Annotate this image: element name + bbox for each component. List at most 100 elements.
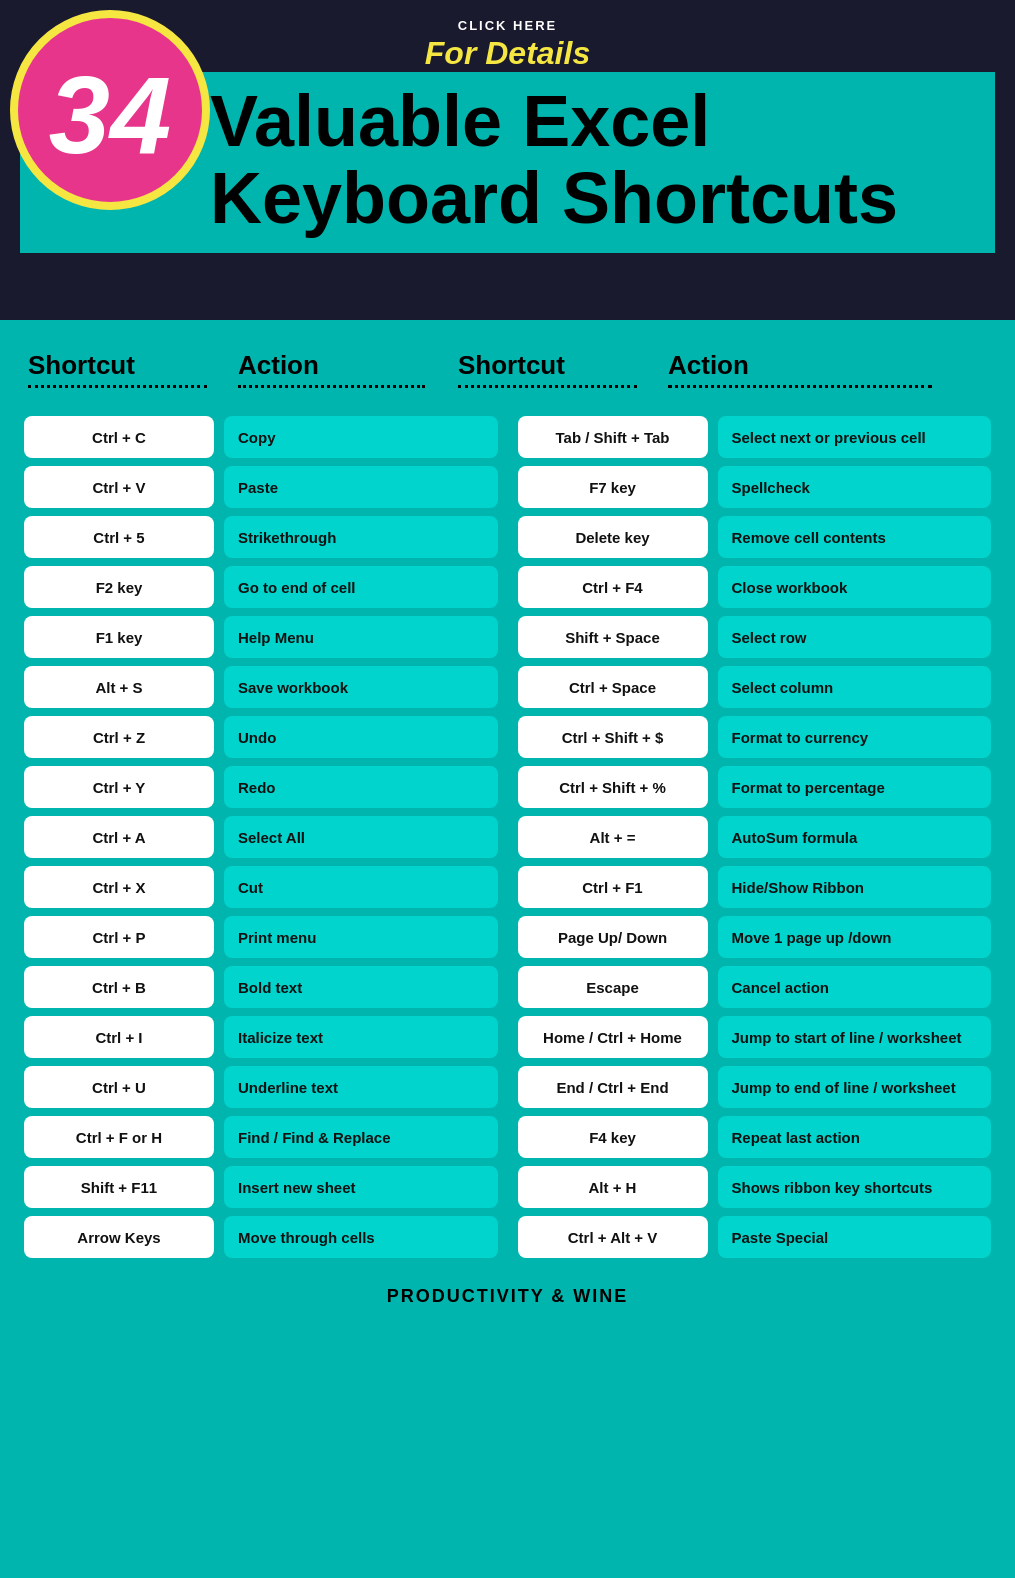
- shortcut-action: Hide/Show Ribbon: [718, 866, 992, 908]
- shortcut-key: F1 key: [24, 616, 214, 658]
- shortcut-action: Select column: [718, 666, 992, 708]
- shortcut-action: Undo: [224, 716, 498, 758]
- table-row: F1 key Help Menu: [24, 616, 498, 658]
- shortcut-action: Bold text: [224, 966, 498, 1008]
- table-row: Ctrl + Alt + V Paste Special: [518, 1216, 992, 1258]
- table-row: Ctrl + Z Undo: [24, 716, 498, 758]
- table-row: F4 key Repeat last action: [518, 1116, 992, 1158]
- table-row: Ctrl + Shift + $ Format to currency: [518, 716, 992, 758]
- table-row: Ctrl + F or H Find / Find & Replace: [24, 1116, 498, 1158]
- col-header-shortcut-2: Shortcut: [458, 350, 668, 400]
- shortcut-action: Print menu: [224, 916, 498, 958]
- table-row: Ctrl + C Copy: [24, 416, 498, 458]
- right-shortcuts-column: Tab / Shift + Tab Select next or previou…: [518, 416, 992, 1266]
- table-row: Ctrl + A Select All: [24, 816, 498, 858]
- table-row: Alt + = AutoSum formula: [518, 816, 992, 858]
- shortcut-action: Redo: [224, 766, 498, 808]
- shortcut-action: Close workbook: [718, 566, 992, 608]
- shortcut-action: Repeat last action: [718, 1116, 992, 1158]
- footer-brand: PRODUCTIVITY & WINE: [24, 1286, 991, 1327]
- shortcut-key: Shift + F11: [24, 1166, 214, 1208]
- shortcut-action: Find / Find & Replace: [224, 1116, 498, 1158]
- shortcut-action: Remove cell contents: [718, 516, 992, 558]
- divider-1: [28, 385, 207, 388]
- header-title-line2: Keyboard Shortcuts: [210, 161, 975, 237]
- shortcut-key: Ctrl + P: [24, 916, 214, 958]
- shortcut-action: Select row: [718, 616, 992, 658]
- table-row: Ctrl + Y Redo: [24, 766, 498, 808]
- left-shortcuts-column: Ctrl + C Copy Ctrl + V Paste Ctrl + 5 St…: [24, 416, 498, 1266]
- table-row: Shift + F11 Insert new sheet: [24, 1166, 498, 1208]
- shortcut-key: Ctrl + I: [24, 1016, 214, 1058]
- shortcut-key: Ctrl + U: [24, 1066, 214, 1108]
- table-row: Escape Cancel action: [518, 966, 992, 1008]
- shortcut-action: Save workbook: [224, 666, 498, 708]
- divider-3: [458, 385, 637, 388]
- shortcut-key: Arrow Keys: [24, 1216, 214, 1258]
- divider-4: [668, 385, 932, 388]
- column-headers: Shortcut Action Shortcut Action: [24, 350, 991, 400]
- shortcut-action: Copy: [224, 416, 498, 458]
- table-row: Ctrl + Space Select column: [518, 666, 992, 708]
- table-row: Arrow Keys Move through cells: [24, 1216, 498, 1258]
- shortcut-action: Paste: [224, 466, 498, 508]
- shortcut-action: Format to currency: [718, 716, 992, 758]
- shortcut-action: Go to end of cell: [224, 566, 498, 608]
- shortcut-key: End / Ctrl + End: [518, 1066, 708, 1108]
- col-header-action-1: Action: [238, 350, 458, 400]
- shortcut-key: Ctrl + C: [24, 416, 214, 458]
- table-row: Ctrl + U Underline text: [24, 1066, 498, 1108]
- shortcut-action: Help Menu: [224, 616, 498, 658]
- shortcuts-grid: Ctrl + C Copy Ctrl + V Paste Ctrl + 5 St…: [24, 416, 991, 1266]
- number-badge: 34: [10, 10, 210, 210]
- shortcut-key: Ctrl + 5: [24, 516, 214, 558]
- table-row: Ctrl + 5 Strikethrough: [24, 516, 498, 558]
- table-row: Delete key Remove cell contents: [518, 516, 992, 558]
- shortcut-key: F2 key: [24, 566, 214, 608]
- table-row: Alt + H Shows ribbon key shortcuts: [518, 1166, 992, 1208]
- shortcut-key: Shift + Space: [518, 616, 708, 658]
- table-row: Ctrl + F4 Close workbook: [518, 566, 992, 608]
- table-row: Ctrl + I Italicize text: [24, 1016, 498, 1058]
- shortcut-key: Alt + H: [518, 1166, 708, 1208]
- shortcut-key: Ctrl + Shift + $: [518, 716, 708, 758]
- shortcut-key: Ctrl + F4: [518, 566, 708, 608]
- shortcut-action: Format to percentage: [718, 766, 992, 808]
- divider-2: [238, 385, 425, 388]
- header-title-line1: Valuable Excel: [210, 82, 975, 161]
- shortcut-key: Alt + =: [518, 816, 708, 858]
- col-header-action-2: Action: [668, 350, 978, 400]
- shortcut-action: AutoSum formula: [718, 816, 992, 858]
- shortcut-action: Cut: [224, 866, 498, 908]
- main-content: Shortcut Action Shortcut Action Ctrl + C…: [0, 320, 1015, 1347]
- shortcut-key: Alt + S: [24, 666, 214, 708]
- table-row: Ctrl + B Bold text: [24, 966, 498, 1008]
- shortcut-key: Ctrl + Space: [518, 666, 708, 708]
- table-row: Ctrl + X Cut: [24, 866, 498, 908]
- table-row: Ctrl + V Paste: [24, 466, 498, 508]
- header-section: CLICK HERE For Details Valuable Excel Ke…: [0, 0, 1015, 320]
- shortcut-key: Page Up/ Down: [518, 916, 708, 958]
- shortcut-action: Cancel action: [718, 966, 992, 1008]
- shortcut-action: Select next or previous cell: [718, 416, 992, 458]
- shortcut-action: Move through cells: [224, 1216, 498, 1258]
- shortcut-key: Delete key: [518, 516, 708, 558]
- shortcut-action: Paste Special: [718, 1216, 992, 1258]
- shortcut-action: Move 1 page up /down: [718, 916, 992, 958]
- table-row: F2 key Go to end of cell: [24, 566, 498, 608]
- shortcut-key: F4 key: [518, 1116, 708, 1158]
- shortcut-key: Ctrl + F1: [518, 866, 708, 908]
- shortcut-key: Tab / Shift + Tab: [518, 416, 708, 458]
- shortcut-action: Italicize text: [224, 1016, 498, 1058]
- shortcut-key: Ctrl + Z: [24, 716, 214, 758]
- shortcut-action: Spellcheck: [718, 466, 992, 508]
- table-row: Page Up/ Down Move 1 page up /down: [518, 916, 992, 958]
- shortcut-key: Ctrl + V: [24, 466, 214, 508]
- table-row: Alt + S Save workbook: [24, 666, 498, 708]
- badge-number: 34: [49, 60, 171, 170]
- table-row: Ctrl + F1 Hide/Show Ribbon: [518, 866, 992, 908]
- table-row: Shift + Space Select row: [518, 616, 992, 658]
- table-row: F7 key Spellcheck: [518, 466, 992, 508]
- col-header-shortcut-1: Shortcut: [28, 350, 238, 400]
- table-row: Home / Ctrl + Home Jump to start of line…: [518, 1016, 992, 1058]
